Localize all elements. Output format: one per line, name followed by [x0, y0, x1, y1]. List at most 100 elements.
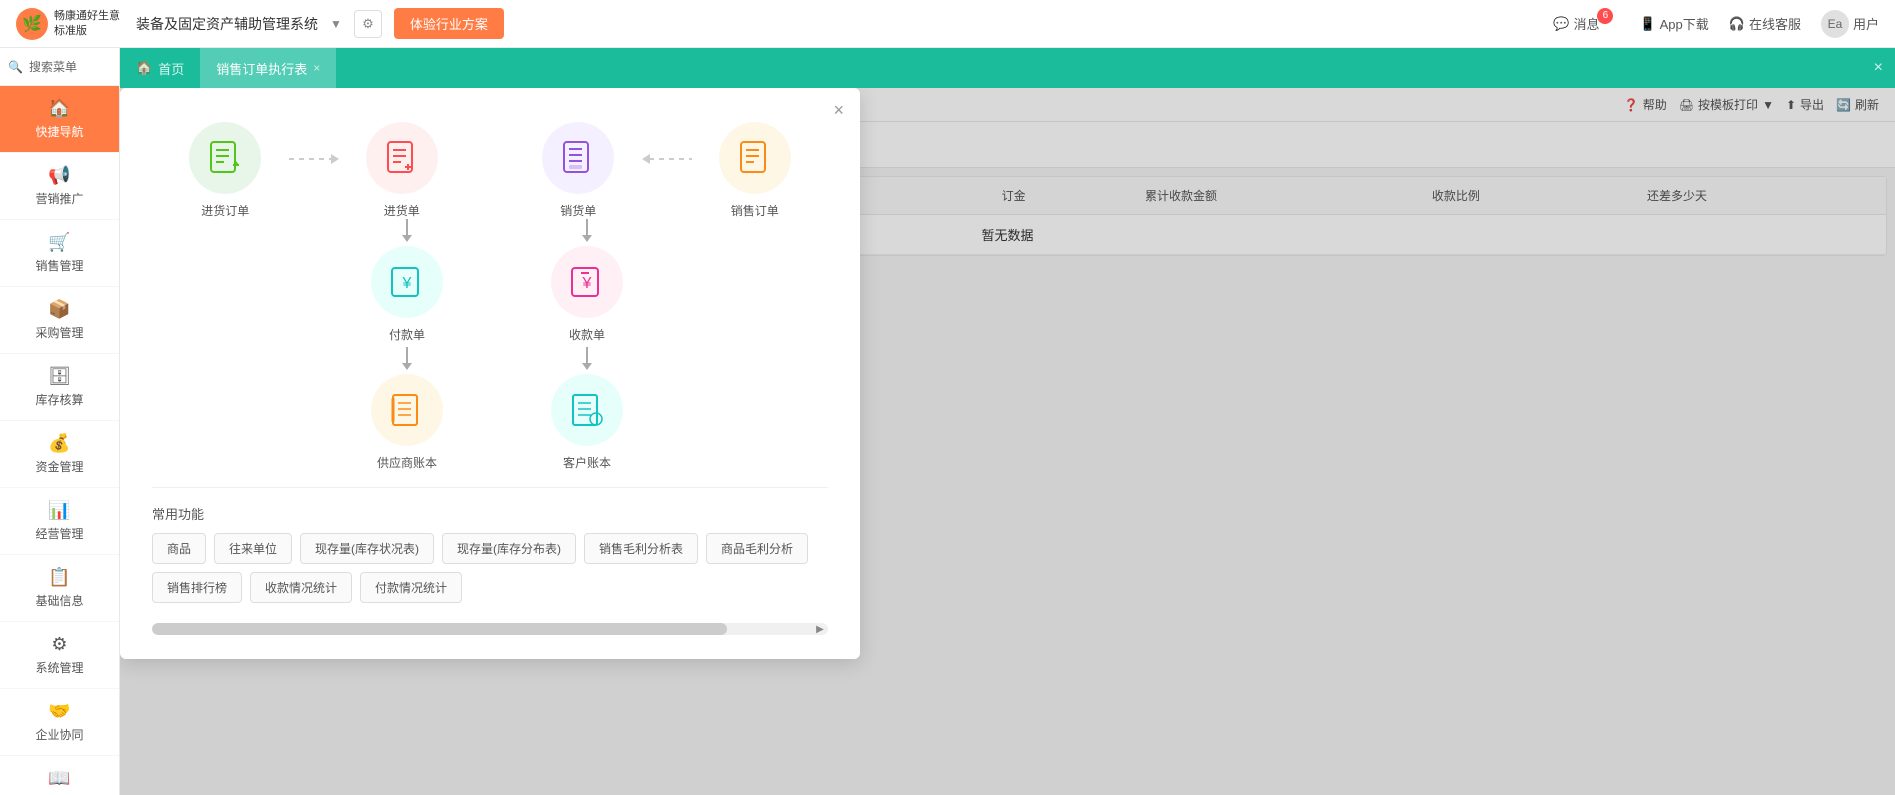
search-icon: 🔍 [8, 60, 23, 74]
sidebar-item-quick-nav[interactable]: 🏠 快捷导航 [0, 86, 119, 153]
purchase-bill-node[interactable] [366, 122, 438, 194]
top-right: 💬 消息 6 📱 App下载 🎧 在线客服 Ea 用户 [1553, 10, 1879, 38]
func-btn-goods-profit[interactable]: 商品毛利分析 [706, 533, 808, 564]
modal-box: × 进货订单 [120, 88, 860, 659]
tab-close-icon[interactable]: × [313, 61, 320, 75]
nav-icon-marketing: 📢 [48, 165, 70, 186]
sales-bill-node[interactable] [542, 122, 614, 194]
tab-sales-order[interactable]: 销售订单执行表 × [200, 48, 336, 88]
main-layout: 🔍 搜索菜单 🏠 快捷导航 📢 营销推广 🛒 销售管理 📦 采购管理 🗄 库存核… [0, 48, 1895, 795]
func-btn-sales-profit[interactable]: 销售毛利分析表 [584, 533, 698, 564]
modal-overlay: × 进货订单 [120, 88, 1895, 795]
app-download-button[interactable]: 📱 App下载 [1639, 14, 1708, 33]
scroll-right-arrow[interactable]: ▶ [812, 623, 828, 635]
func-buttons: 商品 往来单位 现存量(库存状况表) 现存量(库存分布表) 销售毛利分析表 商品… [152, 533, 828, 564]
nav-icon-finance: 💰 [48, 433, 70, 454]
receipt-bill-node[interactable]: ¥ [551, 246, 623, 318]
message-icon: 💬 [1553, 16, 1569, 32]
modal-close-button[interactable]: × [833, 100, 844, 121]
common-functions: 常用功能 商品 往来单位 现存量(库存状况表) 现存量(库存分布表) 销售毛利分… [152, 487, 828, 603]
customer-account-node[interactable] [551, 374, 623, 446]
logo-icon: 🌿 [16, 8, 48, 40]
user-area[interactable]: Ea 用户 [1821, 10, 1879, 38]
func-btn-receipt-stats[interactable]: 收款情况统计 [250, 572, 352, 603]
receipt-bill-label: 收款单 [569, 326, 605, 343]
func-btn-stock-dist[interactable]: 现存量(库存分布表) [442, 533, 576, 564]
search-menu[interactable]: 🔍 搜索菜单 [0, 48, 119, 86]
func-btn-payment-stats[interactable]: 付款情况统计 [360, 572, 462, 603]
app-icon: 📱 [1639, 16, 1655, 32]
sales-bill-label: 销货单 [560, 202, 596, 219]
nav-icon-sales: 🛒 [48, 232, 70, 253]
logo-text: 畅康通好生意 标准版 [54, 9, 120, 38]
func-buttons-2: 销售排行榜 收款情况统计 付款情况统计 [152, 572, 828, 603]
payment-bill-node[interactable]: ¥ [371, 246, 443, 318]
nav-icon-purchase: 📦 [48, 299, 70, 320]
scroll-thumb [152, 623, 727, 635]
common-functions-title: 常用功能 [152, 504, 828, 523]
func-btn-units[interactable]: 往来单位 [214, 533, 292, 564]
nav-icon-basic-info: 📋 [48, 567, 70, 588]
nav-icon-inventory: 🗄 [48, 366, 71, 387]
top-center: 装备及固定资产辅助管理系统 ▼ ⚙ 体验行业方案 [136, 8, 1553, 39]
content-area: 🏠 首页 销售订单执行表 × × ❓ 帮助 🖨 按模板打印 ▼ [120, 48, 1895, 795]
service-icon: 🎧 [1729, 16, 1745, 32]
receipt-col: ¥ 收款单 客户账 [522, 219, 652, 471]
arrow-h2 [642, 154, 692, 164]
nav-icon-operations: 📊 [48, 500, 70, 521]
sidebar-item-purchase[interactable]: 📦 采购管理 [0, 287, 119, 354]
nav-icon-enterprise: 🤝 [48, 701, 70, 722]
payment-bill-label: 付款单 [389, 326, 425, 343]
purchase-bill-col: 进货单 [339, 122, 466, 219]
gear-button[interactable]: ⚙ [354, 10, 382, 38]
sidebar-item-basic-info[interactable]: 📋 基础信息 [0, 555, 119, 622]
sidebar-item-enterprise[interactable]: 🤝 企业协同 [0, 689, 119, 756]
online-service-button[interactable]: 🎧 在线客服 [1729, 14, 1801, 33]
func-btn-sales-rank[interactable]: 销售排行榜 [152, 572, 242, 603]
sidebar-item-finance[interactable]: 💰 资金管理 [0, 421, 119, 488]
arrow-down1 [402, 219, 412, 242]
sidebar-item-system[interactable]: ⚙ 系统管理 [0, 622, 119, 689]
sidebar: 🔍 搜索菜单 🏠 快捷导航 📢 营销推广 🛒 销售管理 📦 采购管理 🗄 库存核… [0, 48, 120, 795]
sales-order-node[interactable] [719, 122, 791, 194]
purchase-order-col: 进货订单 [162, 122, 289, 219]
nav-icon-system: ⚙ [51, 634, 67, 655]
message-badge: 6 [1597, 8, 1613, 24]
purchase-bill-label: 进货单 [384, 202, 420, 219]
purchase-order-node[interactable] [189, 122, 261, 194]
sidebar-item-operations[interactable]: 📊 经营管理 [0, 488, 119, 555]
sidebar-item-newbie[interactable]: 📖 新手引导 [0, 756, 119, 795]
message-button[interactable]: 💬 消息 6 [1553, 14, 1619, 33]
func-btn-stock-status[interactable]: 现存量(库存状况表) [300, 533, 434, 564]
flow-container: 进货订单 [152, 112, 828, 471]
sales-bill-col: 销货单 [515, 122, 642, 219]
sales-order-label: 销售订单 [731, 202, 779, 219]
purchase-order-label: 进货订单 [201, 202, 249, 219]
sidebar-item-sales[interactable]: 🛒 销售管理 [0, 220, 119, 287]
supplier-account-node[interactable] [371, 374, 443, 446]
customer-account-label: 客户账本 [563, 454, 611, 471]
supplier-account-label: 供应商账本 [377, 454, 437, 471]
top-bar: 🌿 畅康通好生意 标准版 装备及固定资产辅助管理系统 ▼ ⚙ 体验行业方案 💬 … [0, 0, 1895, 48]
arrow-down3 [402, 347, 412, 370]
tab-bar: 🏠 首页 销售订单执行表 × × [120, 48, 1895, 88]
home-icon: 🏠 [136, 60, 152, 76]
logo-area: 🌿 畅康通好生意 标准版 [16, 8, 136, 40]
nav-icon-home: 🏠 [48, 98, 70, 119]
nav-icon-newbie: 📖 [48, 768, 70, 789]
try-button[interactable]: 体验行业方案 [394, 8, 504, 39]
dropdown-arrow[interactable]: ▼ [330, 17, 342, 31]
page-content: ❓ 帮助 🖨 按模板打印 ▼ ⬆ 导出 🔄 刷新 [120, 88, 1895, 795]
arrow-down2 [582, 219, 592, 242]
svg-text:¥: ¥ [582, 275, 592, 292]
func-btn-goods[interactable]: 商品 [152, 533, 206, 564]
svg-text:¥: ¥ [402, 275, 412, 292]
modal-scrollbar[interactable]: ▶ [152, 623, 828, 635]
sidebar-item-inventory[interactable]: 🗄 库存核算 [0, 354, 119, 421]
sidebar-item-marketing[interactable]: 📢 营销推广 [0, 153, 119, 220]
avatar: Ea [1821, 10, 1849, 38]
payment-col: ¥ 付款单 供应商 [342, 219, 472, 471]
tab-home[interactable]: 🏠 首页 [120, 48, 200, 88]
flow-top-row: 进货订单 [162, 122, 818, 219]
window-close-icon[interactable]: × [1874, 59, 1883, 77]
